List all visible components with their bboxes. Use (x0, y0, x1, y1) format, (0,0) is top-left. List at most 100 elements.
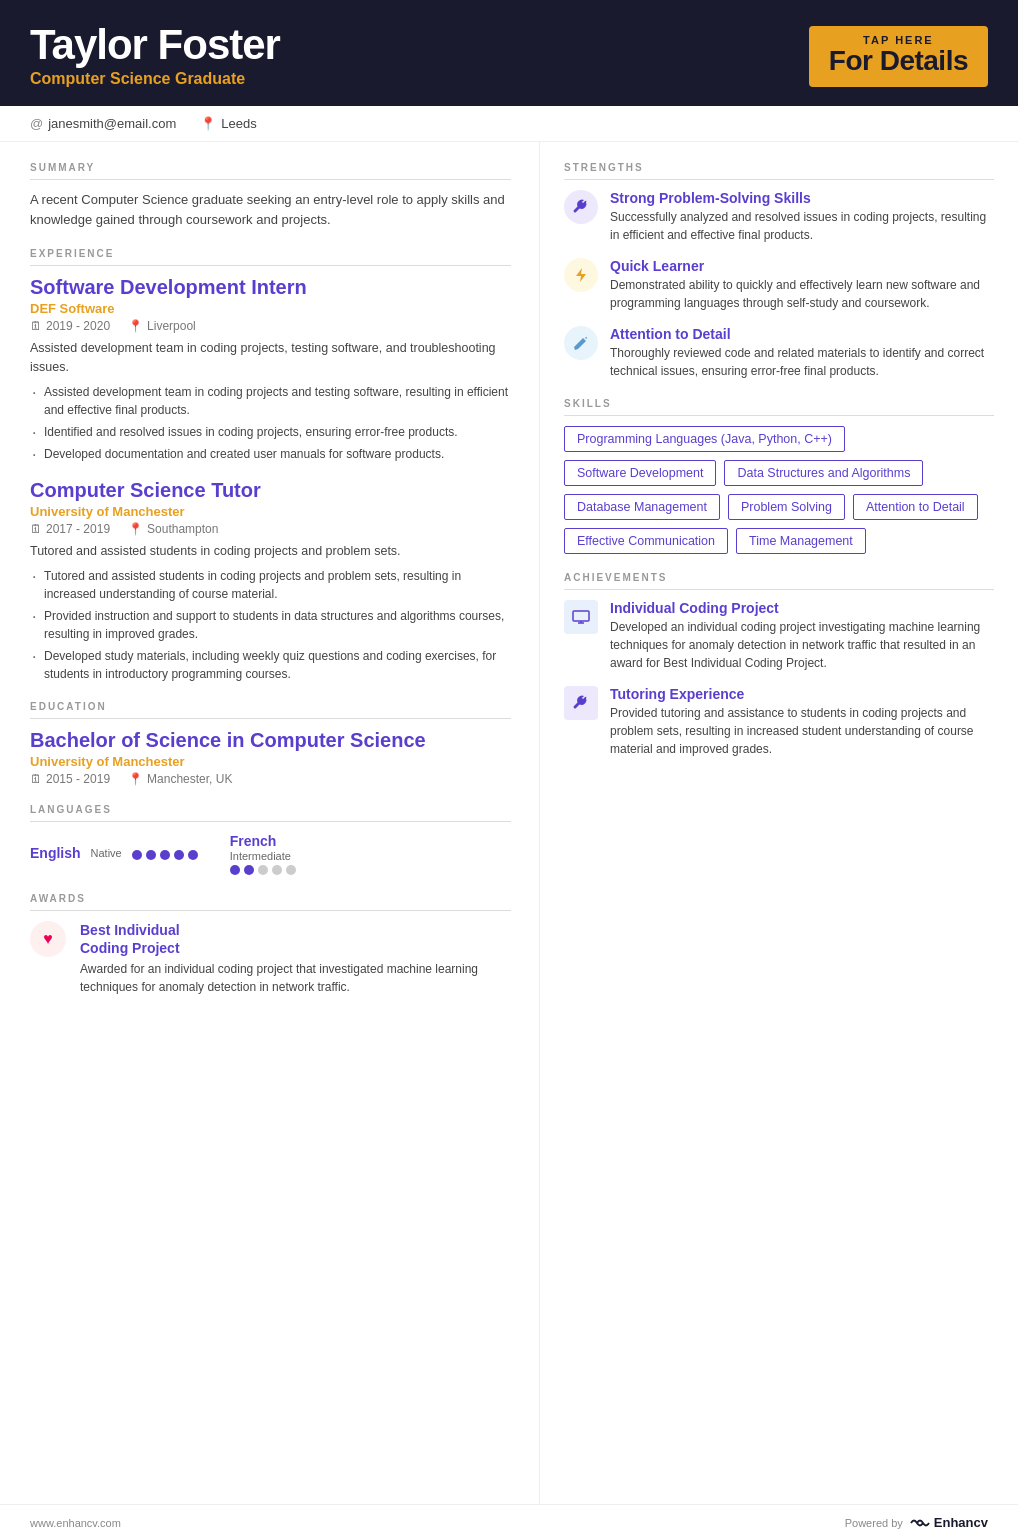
pencil-icon (572, 334, 590, 352)
summary-section: SUMMARY A recent Computer Science gradua… (30, 162, 511, 230)
achievement-2: Tutoring Experience Provided tutoring an… (564, 686, 994, 758)
experience-section: EXPERIENCE Software Development Intern D… (30, 248, 511, 682)
calendar-icon-edu: 🗓 (30, 772, 42, 786)
job-2-location: 📍 Southampton (128, 522, 218, 536)
strength-3-desc: Thoroughly reviewed code and related mat… (610, 344, 994, 380)
job-1-bullets: Assisted development team in coding proj… (30, 383, 511, 463)
experience-label: EXPERIENCE (30, 248, 511, 259)
for-details-label: For Details (829, 46, 968, 77)
job-2: Computer Science Tutor University of Man… (30, 479, 511, 683)
monitor-icon (572, 610, 590, 624)
lightning-icon (572, 266, 590, 284)
strengths-label: STRENGTHS (564, 162, 994, 173)
skill-attention: Attention to Detail (853, 494, 978, 520)
job-2-bullet-3: Developed study materials, including wee… (30, 647, 511, 683)
job-1-bullet-1: Assisted development team in coding proj… (30, 383, 511, 419)
skill-dsa: Data Structures and Algorithms (724, 460, 923, 486)
achievement-2-title: Tutoring Experience (610, 686, 994, 702)
contact-bar: @ janesmith@email.com 📍 Leeds (0, 106, 1018, 142)
job-2-company: University of Manchester (30, 504, 511, 519)
achievements-divider (564, 589, 994, 590)
job-2-bullet-1: Tutored and assisted students in coding … (30, 567, 511, 603)
job-1-location: 📍 Liverpool (128, 319, 196, 333)
calendar-icon-1: 🗓 (30, 319, 42, 333)
achievements-label: ACHIEVEMENTS (564, 572, 994, 583)
strength-3-content: Attention to Detail Thoroughly reviewed … (610, 326, 994, 380)
strength-1-desc: Successfully analyzed and resolved issue… (610, 208, 994, 244)
enhancv-brand-name: Enhancv (934, 1515, 988, 1530)
resume-page: Taylor Foster Computer Science Graduate … (0, 0, 1018, 1540)
edu-dates: 🗓 2015 - 2019 (30, 772, 110, 786)
skills-label: SKILLS (564, 398, 994, 409)
strength-1-content: Strong Problem-Solving Skills Successful… (610, 190, 994, 244)
french-dots (230, 865, 296, 875)
dot (272, 865, 282, 875)
location-value: Leeds (221, 116, 256, 131)
achievement-1: Individual Coding Project Developed an i… (564, 600, 994, 672)
job-1-bullet-2: Identified and resolved issues in coding… (30, 423, 511, 441)
svg-rect-1 (573, 611, 589, 621)
award-desc: Awarded for an individual coding project… (80, 960, 511, 996)
strength-2-desc: Demonstrated ability to quickly and effe… (610, 276, 994, 312)
job-1-company: DEF Software (30, 301, 511, 316)
summary-text: A recent Computer Science graduate seeki… (30, 190, 511, 230)
tap-here-button[interactable]: TAP HERE For Details (809, 26, 988, 87)
heart-icon: ♥ (43, 930, 53, 948)
skill-time: Time Management (736, 528, 866, 554)
education-section: EDUCATION Bachelor of Science in Compute… (30, 701, 511, 786)
dot (244, 865, 254, 875)
strength-1-title: Strong Problem-Solving Skills (610, 190, 994, 206)
awards-divider (30, 910, 511, 911)
languages-section: LANGUAGES English Native (30, 804, 511, 875)
achievements-section: ACHIEVEMENTS Individual Coding Project D… (564, 572, 994, 758)
job-1: Software Development Intern DEF Software… (30, 276, 511, 463)
english-dots (132, 850, 198, 860)
skills-divider (564, 415, 994, 416)
location-icon: 📍 (200, 116, 216, 131)
strength-2-icon-wrap (564, 258, 598, 292)
dot (132, 850, 142, 860)
french-name: French (230, 833, 277, 849)
strengths-section: STRENGTHS Strong Problem-Solving Skills … (564, 162, 994, 380)
achievement-2-icon-wrap (564, 686, 598, 720)
pin-icon-2: 📍 (128, 522, 143, 536)
skill-database: Database Management (564, 494, 720, 520)
languages-label: LANGUAGES (30, 804, 511, 815)
award-title: Best IndividualCoding Project (80, 921, 511, 957)
job-2-desc: Tutored and assisted students in coding … (30, 542, 511, 561)
job-2-bullet-2: Provided instruction and support to stud… (30, 607, 511, 643)
job-1-meta: 🗓 2019 - 2020 📍 Liverpool (30, 319, 511, 333)
pin-icon-1: 📍 (128, 319, 143, 333)
strength-3: Attention to Detail Thoroughly reviewed … (564, 326, 994, 380)
job-2-bullets: Tutored and assisted students in coding … (30, 567, 511, 683)
job-2-dates: 🗓 2017 - 2019 (30, 522, 110, 536)
skills-section: SKILLS Programming Languages (Java, Pyth… (564, 398, 994, 554)
email-value: janesmith@email.com (48, 116, 176, 131)
edu-location: 📍 Manchester, UK (128, 772, 232, 786)
summary-divider (30, 179, 511, 180)
right-column: STRENGTHS Strong Problem-Solving Skills … (540, 142, 1018, 1504)
strength-3-icon-wrap (564, 326, 598, 360)
dot (286, 865, 296, 875)
header-left: Taylor Foster Computer Science Graduate (30, 22, 280, 88)
job-2-title: Computer Science Tutor (30, 479, 511, 502)
job-1-bullet-3: Developed documentation and created user… (30, 445, 511, 463)
edu-school: University of Manchester (30, 754, 511, 769)
footer: www.enhancv.com Powered by Enhancv (0, 1504, 1018, 1540)
achievement-1-content: Individual Coding Project Developed an i… (610, 600, 994, 672)
email-icon: @ (30, 116, 43, 131)
edu-meta: 🗓 2015 - 2019 📍 Manchester, UK (30, 772, 511, 786)
footer-url: www.enhancv.com (30, 1517, 121, 1529)
language-english: English Native (30, 845, 198, 861)
achievement-2-content: Tutoring Experience Provided tutoring an… (610, 686, 994, 758)
dot (160, 850, 170, 860)
english-level: Native (91, 847, 122, 859)
header-subtitle: Computer Science Graduate (30, 70, 280, 88)
dot (146, 850, 156, 860)
education-divider (30, 718, 511, 719)
french-level: Intermediate (230, 850, 296, 862)
header: Taylor Foster Computer Science Graduate … (0, 0, 1018, 106)
strength-2-title: Quick Learner (610, 258, 994, 274)
achievement-2-desc: Provided tutoring and assistance to stud… (610, 704, 994, 758)
strength-1-icon-wrap (564, 190, 598, 224)
